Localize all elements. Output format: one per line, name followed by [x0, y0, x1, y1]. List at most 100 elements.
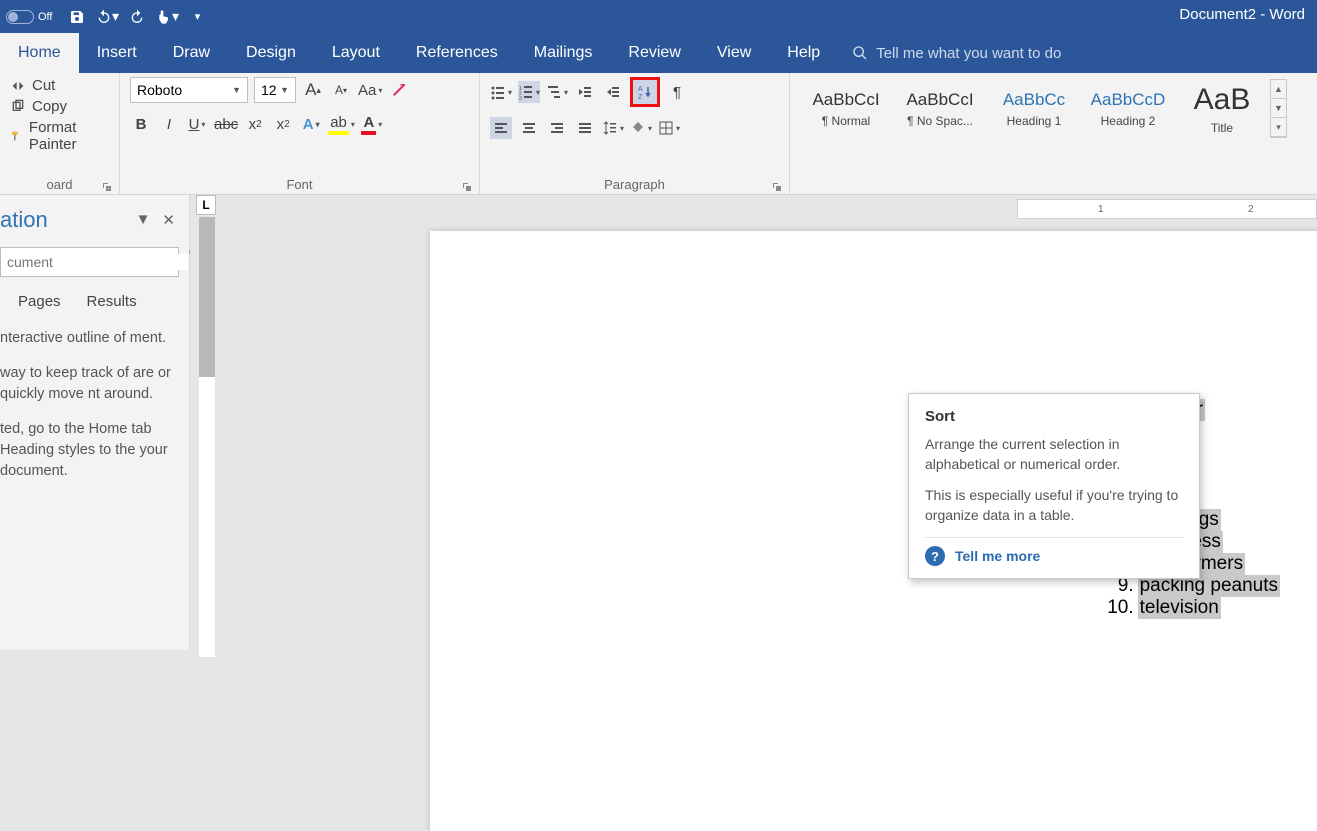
font-launcher-icon[interactable]: [461, 180, 473, 192]
navpane-tab-pages[interactable]: Pages: [18, 293, 61, 310]
tell-me-placeholder: Tell me what you want to do: [876, 45, 1061, 62]
navpane-search-input[interactable]: [7, 254, 188, 270]
sort-tooltip: Sort Arrange the current selection in al…: [908, 393, 1200, 579]
navpane-dropdown-icon[interactable]: ▼: [136, 211, 151, 229]
ribbon: Cut Copy Format Painter oard Roboto▼ 12▼…: [0, 73, 1317, 195]
autosave-label: Off: [38, 11, 52, 23]
tab-design[interactable]: Design: [228, 33, 314, 73]
tab-selector[interactable]: L: [196, 195, 216, 215]
window-title: Document2 - Word: [1179, 6, 1305, 23]
navpane-close-icon[interactable]: ✕: [162, 211, 175, 229]
svg-text:Z: Z: [638, 94, 643, 100]
navpane-search[interactable]: 🔍▾: [0, 247, 179, 277]
style-heading-1[interactable]: AaBbCcHeading 1: [988, 79, 1080, 139]
workspace: ation ▼ ✕ 🔍▾ Pages Results nteractive ou…: [0, 195, 1317, 650]
clipboard-launcher-icon[interactable]: [101, 180, 113, 192]
navigation-pane: ation ▼ ✕ 🔍▾ Pages Results nteractive ou…: [0, 195, 190, 650]
navpane-tab-results[interactable]: Results: [87, 293, 137, 310]
paragraph-launcher-icon[interactable]: [771, 180, 783, 192]
document-area: L 1 2 1.monitor 2.keys 3.twister 4.penci…: [190, 195, 1317, 650]
styles-gallery[interactable]: AaBbCcI¶ Normal AaBbCcI¶ No Spac... AaBb…: [800, 77, 1287, 192]
strikethrough-button[interactable]: abc: [214, 113, 238, 135]
sort-button[interactable]: AZ: [634, 81, 656, 103]
tab-insert[interactable]: Insert: [79, 33, 155, 73]
cut-icon: [10, 78, 26, 94]
tab-help[interactable]: Help: [769, 33, 838, 73]
text-effects-button[interactable]: A▾: [300, 113, 322, 135]
group-styles: AaBbCcI¶ Normal AaBbCcI¶ No Spac... AaBb…: [790, 73, 1317, 194]
align-right-button[interactable]: [546, 117, 568, 139]
group-clipboard: Cut Copy Format Painter oard: [0, 73, 120, 194]
tab-view[interactable]: View: [699, 33, 769, 73]
copy-icon: [10, 99, 26, 115]
italic-button[interactable]: I: [158, 113, 180, 135]
style-no-spacing[interactable]: AaBbCcI¶ No Spac...: [894, 79, 986, 139]
borders-button[interactable]: ▾: [658, 117, 680, 139]
font-name-combo[interactable]: Roboto▼: [130, 77, 248, 103]
svg-text:3: 3: [519, 96, 522, 100]
increase-indent-button[interactable]: [602, 81, 624, 103]
styles-scroll[interactable]: ▲▼▾: [1270, 79, 1287, 138]
horizontal-ruler[interactable]: 1 2: [1017, 199, 1317, 219]
decrease-indent-button[interactable]: [574, 81, 596, 103]
tell-me-search[interactable]: Tell me what you want to do: [852, 33, 1061, 73]
title-bar: Off ▾ ▾ ▾ Document2 - Word: [0, 0, 1317, 33]
subscript-button[interactable]: x2: [244, 113, 266, 135]
list-item[interactable]: 10.television: [1100, 597, 1280, 619]
superscript-button[interactable]: x2: [272, 113, 294, 135]
change-case-button[interactable]: Aa▾: [358, 79, 382, 101]
cut-button[interactable]: Cut: [10, 77, 109, 94]
group-label-font: Font: [286, 177, 312, 192]
style-title[interactable]: AaBTitle: [1176, 79, 1268, 139]
highlight-button[interactable]: ab▾: [328, 113, 355, 135]
style-normal[interactable]: AaBbCcI¶ Normal: [800, 79, 892, 139]
tab-references[interactable]: References: [398, 33, 516, 73]
align-left-button[interactable]: [490, 117, 512, 139]
undo-icon[interactable]: ▾: [94, 4, 120, 30]
multilevel-list-button[interactable]: ▾: [546, 81, 568, 103]
bullets-button[interactable]: ▾: [490, 81, 512, 103]
tab-layout[interactable]: Layout: [314, 33, 398, 73]
redo-icon[interactable]: [124, 4, 150, 30]
navpane-title: ation: [0, 207, 48, 233]
search-icon: [852, 45, 868, 61]
tooltip-line2: This is especially useful if you're tryi…: [925, 486, 1183, 525]
grow-font-button[interactable]: A▴: [302, 79, 324, 101]
font-size-combo[interactable]: 12▼: [254, 77, 296, 103]
touch-mode-icon[interactable]: ▾: [154, 4, 180, 30]
vertical-ruler[interactable]: L: [196, 195, 218, 650]
group-label-paragraph: Paragraph: [604, 177, 665, 192]
clear-formatting-button[interactable]: [388, 79, 410, 101]
qat-customize-icon[interactable]: ▾: [184, 4, 210, 30]
tab-mailings[interactable]: Mailings: [516, 33, 611, 73]
numbering-button[interactable]: 123▾: [518, 81, 540, 103]
line-spacing-button[interactable]: ▾: [602, 117, 624, 139]
tooltip-title: Sort: [925, 408, 1183, 425]
bold-button[interactable]: B: [130, 113, 152, 135]
group-label-clipboard: oard: [46, 177, 72, 192]
shading-button[interactable]: ▾: [630, 117, 652, 139]
group-font: Roboto▼ 12▼ A▴ A▾ Aa▾ B I U▾ abc x2 x2 A…: [120, 73, 480, 194]
style-heading-2[interactable]: AaBbCcDHeading 2: [1082, 79, 1174, 139]
format-painter-icon: [10, 128, 23, 144]
group-paragraph: ▾ 123▾ ▾ AZ ¶ ▾ ▾ ▾ Paragraph: [480, 73, 790, 194]
svg-text:A: A: [638, 86, 643, 93]
tab-review[interactable]: Review: [610, 33, 698, 73]
tab-home[interactable]: Home: [0, 33, 79, 73]
copy-button[interactable]: Copy: [10, 98, 109, 115]
show-hide-button[interactable]: ¶: [666, 81, 688, 103]
sort-button-highlight: AZ: [630, 77, 660, 107]
shrink-font-button[interactable]: A▾: [330, 79, 352, 101]
tab-draw[interactable]: Draw: [155, 33, 228, 73]
help-icon: ?: [925, 546, 945, 566]
autosave-toggle[interactable]: Off: [6, 10, 52, 24]
tooltip-line1: Arrange the current selection in alphabe…: [925, 435, 1183, 474]
save-icon[interactable]: [64, 4, 90, 30]
tooltip-tell-me-more[interactable]: ? Tell me more: [925, 537, 1183, 566]
align-center-button[interactable]: [518, 117, 540, 139]
font-color-button[interactable]: A▾: [361, 113, 383, 135]
format-painter-button[interactable]: Format Painter: [10, 119, 109, 153]
navpane-body: nteractive outline of ment. way to keep …: [0, 328, 179, 482]
underline-button[interactable]: U▾: [186, 113, 208, 135]
justify-button[interactable]: [574, 117, 596, 139]
